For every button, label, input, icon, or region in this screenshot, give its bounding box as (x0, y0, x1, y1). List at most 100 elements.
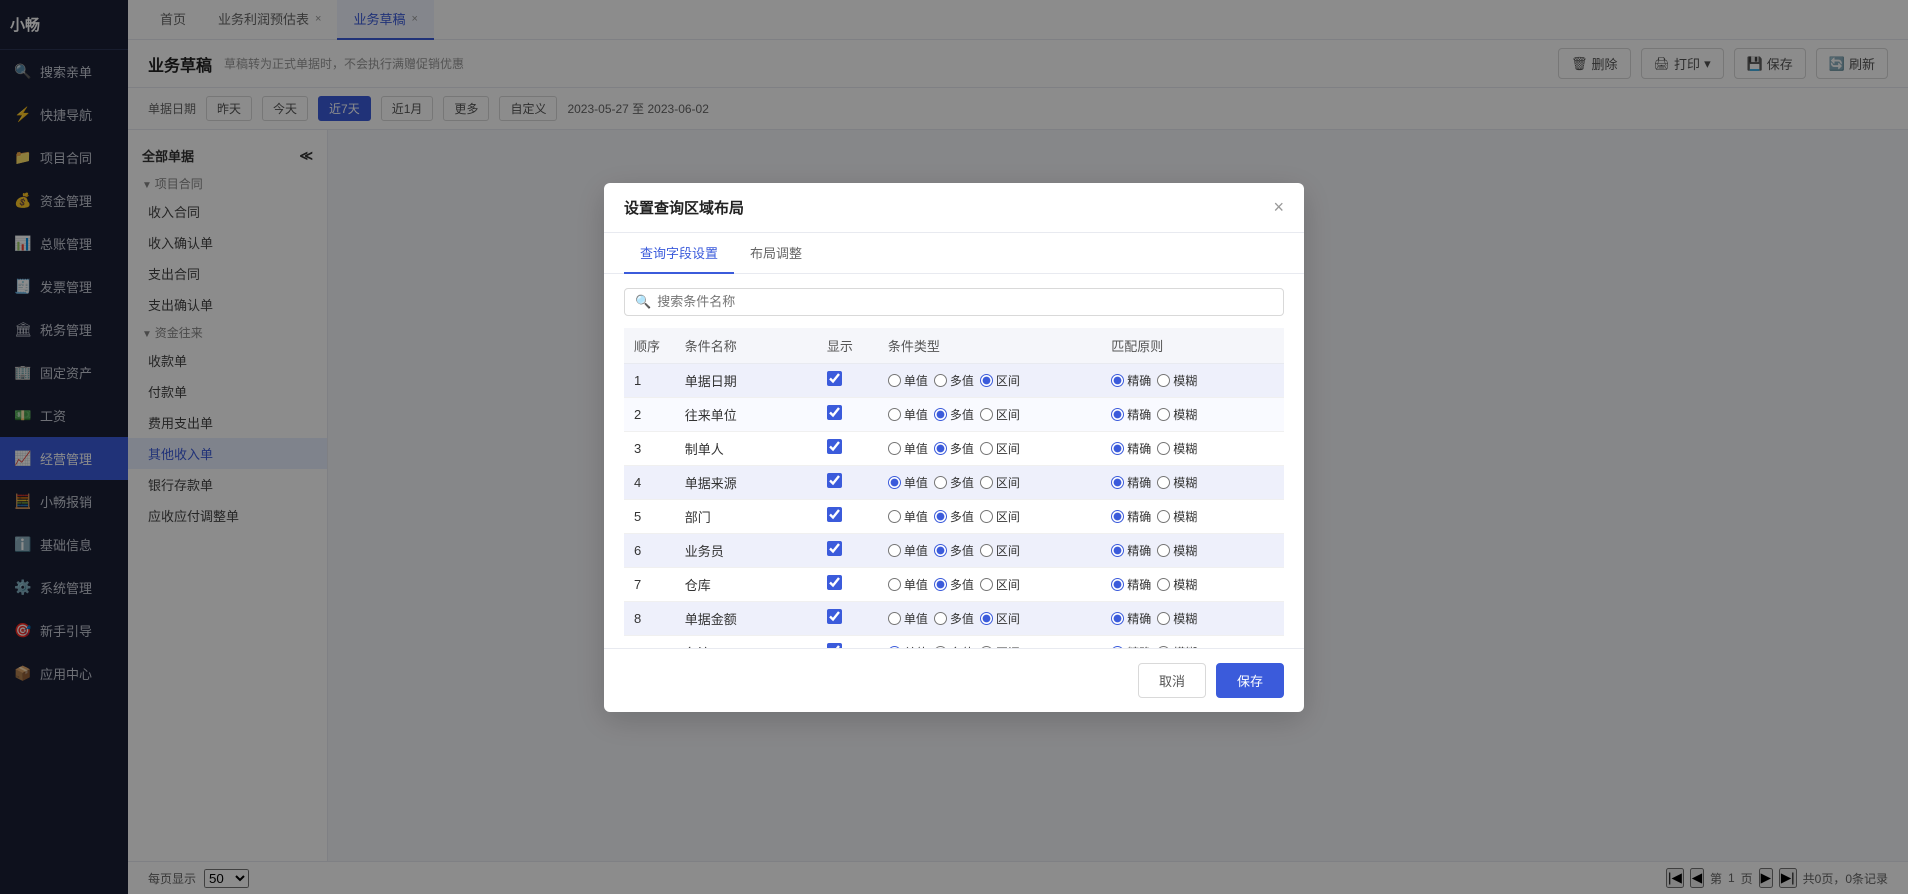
match-radio[interactable] (1157, 612, 1170, 625)
match-option-label[interactable]: 模糊 (1157, 440, 1197, 457)
type-option-label[interactable]: 区间 (980, 508, 1020, 525)
type-radio[interactable] (980, 544, 993, 557)
type-radio[interactable] (980, 612, 993, 625)
type-option-label[interactable]: 多值 (934, 610, 974, 627)
type-radio[interactable] (980, 510, 993, 523)
type-option-label[interactable]: 区间 (980, 542, 1020, 559)
show-checkbox[interactable] (827, 473, 842, 488)
show-checkbox[interactable] (827, 609, 842, 624)
type-radio[interactable] (934, 510, 947, 523)
match-option-label[interactable]: 精确 (1111, 542, 1151, 559)
match-option-label[interactable]: 模糊 (1157, 474, 1197, 491)
type-option-label[interactable]: 区间 (980, 576, 1020, 593)
modal-tab-fields[interactable]: 查询字段设置 (624, 233, 734, 274)
type-radio[interactable] (980, 374, 993, 387)
match-radio[interactable] (1111, 544, 1124, 557)
type-radio[interactable] (888, 374, 901, 387)
type-radio[interactable] (980, 476, 993, 489)
match-option-label[interactable]: 模糊 (1157, 406, 1197, 423)
match-radio[interactable] (1157, 578, 1170, 591)
match-option-label[interactable]: 模糊 (1157, 508, 1197, 525)
match-option-label[interactable]: 精确 (1111, 508, 1151, 525)
type-option-label[interactable]: 单值 (888, 440, 928, 457)
type-option-label[interactable]: 单值 (888, 406, 928, 423)
match-radio[interactable] (1111, 442, 1124, 455)
type-radio[interactable] (980, 578, 993, 591)
show-checkbox[interactable] (827, 439, 842, 454)
type-option-label[interactable]: 多值 (934, 406, 974, 423)
type-radio[interactable] (934, 442, 947, 455)
type-radio[interactable] (980, 442, 993, 455)
show-checkbox[interactable] (827, 541, 842, 556)
type-option-label[interactable]: 区间 (980, 372, 1020, 389)
type-radio[interactable] (888, 476, 901, 489)
type-radio[interactable] (888, 510, 901, 523)
type-option-label[interactable]: 单值 (888, 576, 928, 593)
type-option-label[interactable]: 多值 (934, 474, 974, 491)
match-radio[interactable] (1157, 544, 1170, 557)
match-option-label[interactable]: 模糊 (1157, 372, 1197, 389)
type-radio[interactable] (888, 408, 901, 421)
type-radio[interactable] (888, 544, 901, 557)
match-option-label[interactable]: 精确 (1111, 406, 1151, 423)
type-option-label[interactable]: 单值 (888, 508, 928, 525)
cell-name: 往来单位 (675, 397, 817, 431)
match-radio[interactable] (1157, 510, 1170, 523)
show-checkbox[interactable] (827, 575, 842, 590)
type-radio[interactable] (934, 578, 947, 591)
cancel-button[interactable]: 取消 (1138, 663, 1206, 698)
show-checkbox[interactable] (827, 405, 842, 420)
match-option-label[interactable]: 精确 (1111, 576, 1151, 593)
match-radio[interactable] (1111, 476, 1124, 489)
match-option-label[interactable]: 精确 (1111, 610, 1151, 627)
match-radio[interactable] (1111, 510, 1124, 523)
search-input[interactable] (657, 294, 1273, 309)
match-radio[interactable] (1157, 408, 1170, 421)
col-header-seq: 顺序 (624, 328, 675, 364)
modal-tab-layout[interactable]: 布局调整 (734, 233, 818, 274)
type-option-label[interactable]: 单值 (888, 474, 928, 491)
match-radio[interactable] (1111, 408, 1124, 421)
type-option-label[interactable]: 区间 (980, 440, 1020, 457)
type-radio[interactable] (934, 408, 947, 421)
match-radio[interactable] (1157, 374, 1170, 387)
type-option-label[interactable]: 多值 (934, 508, 974, 525)
match-radio[interactable] (1111, 578, 1124, 591)
type-radio[interactable] (934, 374, 947, 387)
type-option-label[interactable]: 多值 (934, 542, 974, 559)
type-option-label[interactable]: 单值 (888, 372, 928, 389)
modal-overlay[interactable]: 设置查询区域布局 × 查询字段设置 布局调整 🔍 顺序 条件名称 (0, 0, 1908, 894)
type-option-label[interactable]: 单值 (888, 610, 928, 627)
type-radio[interactable] (888, 442, 901, 455)
type-radio[interactable] (980, 408, 993, 421)
type-radio-group: 单值多值区间 (888, 440, 1091, 457)
type-option-label[interactable]: 区间 (980, 610, 1020, 627)
match-radio[interactable] (1111, 612, 1124, 625)
type-option-label[interactable]: 区间 (980, 474, 1020, 491)
type-radio[interactable] (888, 612, 901, 625)
match-option-label[interactable]: 精确 (1111, 372, 1151, 389)
show-checkbox[interactable] (827, 507, 842, 522)
type-radio[interactable] (888, 578, 901, 591)
match-radio[interactable] (1157, 476, 1170, 489)
type-radio[interactable] (934, 476, 947, 489)
match-option-label[interactable]: 模糊 (1157, 542, 1197, 559)
match-radio[interactable] (1157, 442, 1170, 455)
modal-save-button[interactable]: 保存 (1216, 663, 1284, 698)
type-option-label[interactable]: 多值 (934, 372, 974, 389)
match-radio[interactable] (1111, 374, 1124, 387)
show-checkbox[interactable] (827, 371, 842, 386)
match-option-label[interactable]: 精确 (1111, 474, 1151, 491)
match-option-label[interactable]: 精确 (1111, 440, 1151, 457)
type-radio[interactable] (934, 544, 947, 557)
type-option-label[interactable]: 多值 (934, 440, 974, 457)
type-option-label[interactable]: 单值 (888, 542, 928, 559)
cell-show (817, 499, 878, 533)
modal-close-button[interactable]: × (1273, 197, 1284, 218)
match-option-label[interactable]: 模糊 (1157, 610, 1197, 627)
match-option-label[interactable]: 模糊 (1157, 576, 1197, 593)
type-radio[interactable] (934, 612, 947, 625)
settings-table-scroll[interactable]: 顺序 条件名称 显示 条件类型 匹配原则 1单据日期单值多值区间精确模糊2往来单… (624, 328, 1284, 648)
type-option-label[interactable]: 区间 (980, 406, 1020, 423)
type-option-label[interactable]: 多值 (934, 576, 974, 593)
